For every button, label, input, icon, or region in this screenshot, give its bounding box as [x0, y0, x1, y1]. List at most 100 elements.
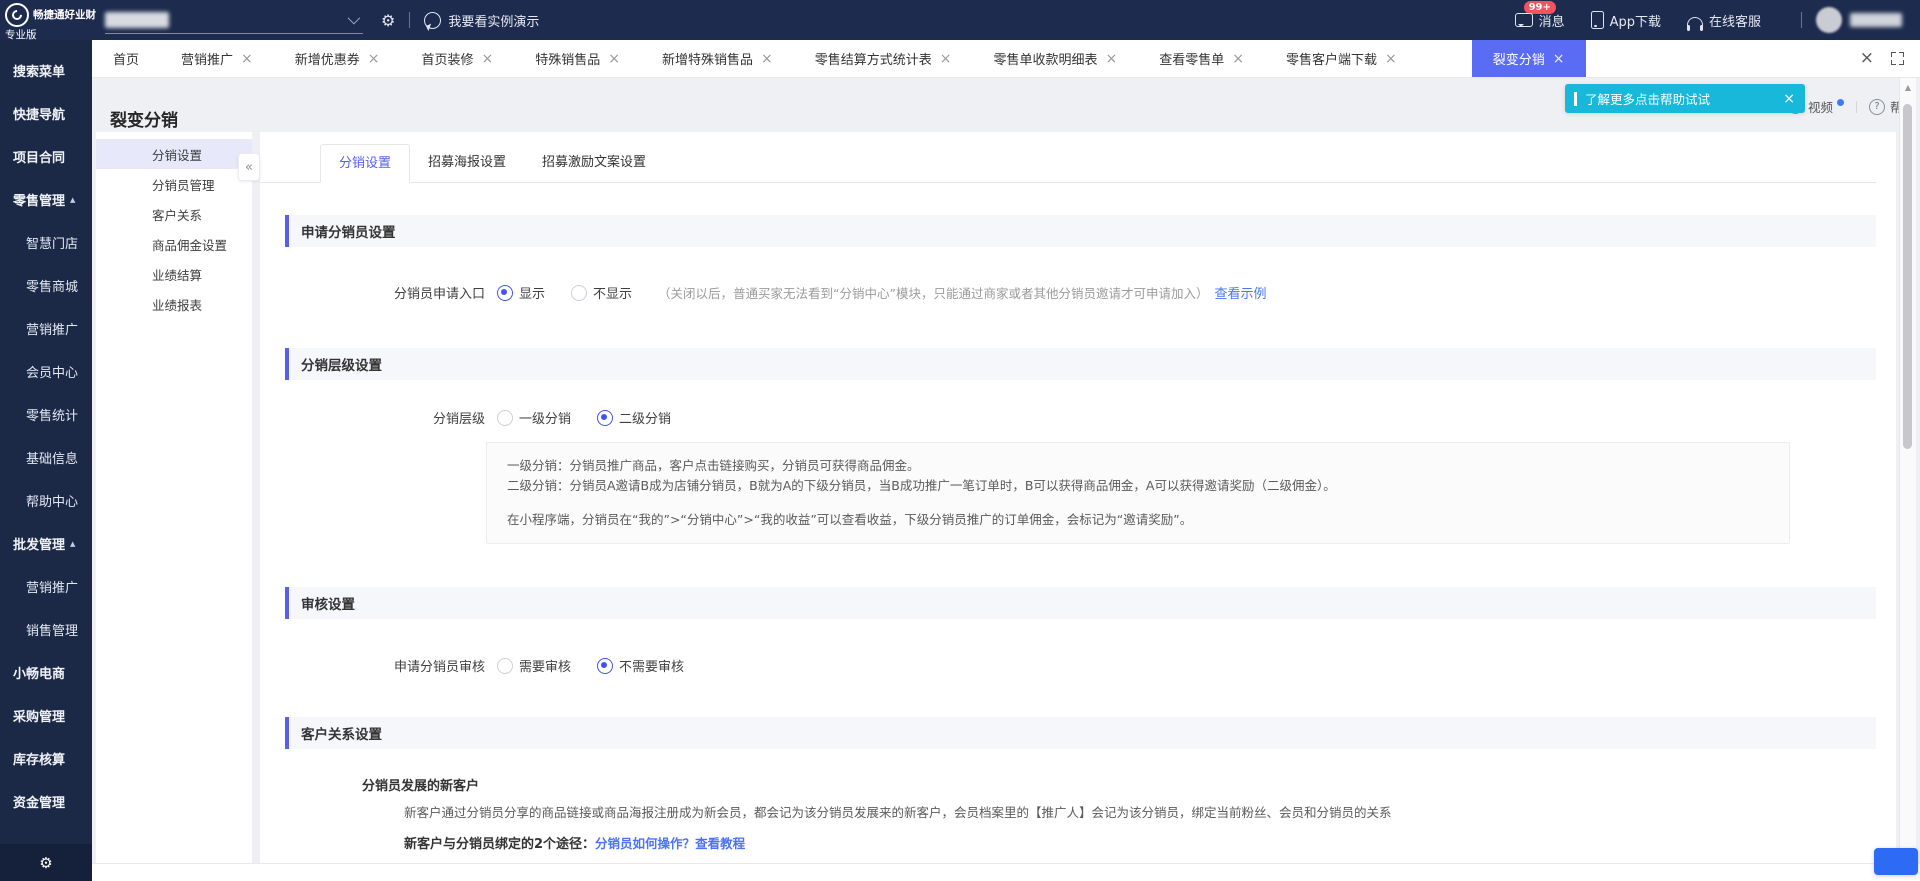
online-service-button[interactable]: 在线客服	[1686, 11, 1761, 31]
window-tab[interactable]: 营销推广 ×	[160, 40, 274, 77]
vertical-scrollbar[interactable]: ▲	[1899, 78, 1916, 864]
page-title: 裂变分销	[110, 111, 178, 131]
radio-checked-icon[interactable]	[597, 657, 614, 674]
sub-sidebar-item[interactable]: 分销设置	[96, 139, 252, 169]
tab-close-icon[interactable]: ×	[761, 51, 773, 67]
sidebar-item[interactable]: 零售统计	[0, 393, 92, 436]
window-tab[interactable]: 新增特殊销售品 ×	[641, 40, 794, 77]
sidebar-item[interactable]: 批发管理 ▲	[0, 522, 92, 565]
content-tab-label: 招募激励文案设置	[542, 155, 647, 170]
sidebar-item[interactable]: 搜索菜单	[0, 49, 92, 92]
sidebar-item-label: 营销推广	[26, 581, 79, 596]
window-tab[interactable]: 零售客户端下载 ×	[1265, 40, 1418, 77]
how-to-link[interactable]: 分销员如何操作？	[595, 833, 695, 852]
online-service-label: 在线客服	[1708, 14, 1761, 30]
app-download-button[interactable]: App下载	[1590, 11, 1661, 30]
tab-close-icon[interactable]: ×	[368, 51, 380, 67]
sidebar-nav: 搜索菜单 快捷导航 项目合同 零售管理 ▲ 智慧门店 零售商城 营销推广 会员中…	[0, 40, 92, 881]
radio-label: 不需要审核	[619, 660, 685, 675]
sub-sidebar-item[interactable]: 客户关系	[96, 199, 252, 229]
banner-close-icon[interactable]: ×	[1783, 91, 1795, 107]
sidebar-item[interactable]: 零售商城	[0, 264, 92, 307]
content-tab-label: 分销设置	[339, 156, 392, 171]
window-tab[interactable]: 查看零售单 ×	[1138, 40, 1265, 77]
sub-sidebar-item-label: 业绩报表	[152, 297, 203, 313]
sidebar-item[interactable]: 小畅电商	[0, 651, 92, 694]
radio-unchecked-icon[interactable]	[497, 657, 513, 674]
radio-unchecked-icon[interactable]	[571, 284, 588, 301]
collapse-sidebar-button[interactable]: «	[238, 153, 260, 181]
tab-close-icon[interactable]: ×	[1385, 51, 1397, 67]
radio-level-2[interactable]: 二级分销	[597, 408, 671, 427]
info-gap	[507, 496, 1769, 510]
sidebar-item[interactable]: 采购管理	[0, 694, 92, 737]
sidebar-item[interactable]: 快捷导航	[0, 92, 92, 135]
chevron-down-icon[interactable]	[347, 11, 361, 25]
sidebar-item[interactable]: 营销推广	[0, 307, 92, 350]
tab-close-icon[interactable]: ×	[1553, 51, 1565, 67]
radio-need-audit[interactable]: 需要审核	[497, 656, 571, 675]
bottom-scrollbar-track[interactable]	[92, 863, 1920, 881]
help-banner[interactable]: 了解更多点击帮助试试 ×	[1565, 84, 1805, 113]
radio-checked-icon[interactable]	[597, 409, 614, 426]
window-tab[interactable]: 零售单收款明细表 ×	[973, 40, 1139, 77]
settings-gear-icon[interactable]: ⚙	[381, 11, 395, 30]
company-selector[interactable]	[105, 6, 363, 34]
sidebar-item[interactable]: 智慧门店	[0, 221, 92, 264]
sidebar-item[interactable]: 零售管理 ▲	[0, 178, 92, 221]
sidebar-item[interactable]: 会员中心	[0, 350, 92, 393]
tab-close-icon[interactable]: ×	[482, 51, 494, 67]
sub-sidebar-item[interactable]: 业绩报表	[96, 289, 252, 319]
radio-no-audit[interactable]: 不需要审核	[597, 656, 684, 675]
scrollbar-thumb[interactable]	[1903, 104, 1912, 449]
sidebar-item-label: 会员中心	[26, 366, 79, 381]
radio-level-1[interactable]: 一级分销	[497, 408, 571, 427]
window-tab[interactable]: 裂变分销 ×	[1471, 40, 1586, 77]
sidebar-settings-gear-icon[interactable]: ⚙	[39, 854, 52, 872]
video-link[interactable]: 视频	[1808, 97, 1833, 116]
sub-sidebar-item[interactable]: 业绩结算	[96, 259, 252, 289]
avatar[interactable]	[1816, 7, 1842, 33]
section-title: 分销层级设置	[301, 358, 382, 374]
content-tab[interactable]: 招募海报设置	[410, 144, 524, 181]
view-example-link[interactable]: 查看示例	[1215, 283, 1267, 302]
radio-checked-icon[interactable]	[497, 284, 513, 301]
tab-close-icon[interactable]: ×	[1232, 51, 1244, 67]
tutorial-link[interactable]: 查看教程	[695, 833, 745, 852]
field-label: 申请分销员审核	[393, 660, 485, 675]
window-tab[interactable]: 零售结算方式统计表 ×	[794, 40, 973, 77]
radio-show[interactable]: 显示	[497, 283, 545, 302]
fullscreen-icon[interactable]	[1891, 52, 1904, 65]
sidebar-item[interactable]: 营销推广	[0, 565, 92, 608]
window-tabbar: 首页 营销推广 × 新增优惠券 × 首页装修 × 特殊销售品 × 新增特殊销售品…	[92, 40, 1920, 78]
sidebar-item-label: 快捷导航	[13, 108, 66, 123]
radio-hide[interactable]: 不显示	[571, 283, 632, 302]
content-tab[interactable]: 招募激励文案设置	[524, 144, 664, 181]
sidebar-item[interactable]: 库存核算	[0, 737, 92, 780]
tab-close-icon[interactable]: ×	[608, 51, 620, 67]
sidebar-item[interactable]: 资金管理	[0, 780, 92, 823]
section-header-level: 分销层级设置	[285, 348, 1876, 380]
sidebar-item[interactable]: 项目合同	[0, 135, 92, 178]
window-tab[interactable]: 首页装修 ×	[401, 40, 515, 77]
sidebar-item[interactable]: 基础信息	[0, 436, 92, 479]
tab-close-icon[interactable]: ×	[1106, 51, 1118, 67]
sidebar-menu: 搜索菜单 快捷导航 项目合同 零售管理 ▲ 智慧门店 零售商城 营销推广 会员中…	[0, 40, 92, 823]
window-tab[interactable]: 新增优惠券 ×	[274, 40, 401, 77]
radio-unchecked-icon[interactable]	[497, 409, 513, 426]
sidebar-item[interactable]: 销售管理	[0, 608, 92, 651]
window-tab[interactable]: 首页	[92, 40, 160, 77]
messages-button[interactable]: 99+ 消息	[1514, 0, 1565, 30]
tab-close-icon[interactable]: ×	[940, 51, 952, 67]
window-tab[interactable]: 特殊销售品 ×	[514, 40, 641, 77]
close-all-tabs-icon[interactable]: ×	[1860, 50, 1874, 67]
floating-action-button[interactable]	[1874, 848, 1918, 875]
sidebar-item[interactable]: 帮助中心	[0, 479, 92, 522]
tab-close-icon[interactable]: ×	[241, 51, 253, 67]
sub-sidebar-item[interactable]: 商品佣金设置	[96, 229, 252, 259]
field-label: 分销员申请入口	[393, 287, 485, 302]
content-tab[interactable]: 分销设置	[320, 144, 411, 183]
scroll-up-icon[interactable]: ▲	[1900, 83, 1916, 92]
sub-sidebar-item[interactable]: 分销员管理	[96, 169, 252, 199]
demo-link[interactable]: 我要看实例演示	[424, 11, 539, 30]
